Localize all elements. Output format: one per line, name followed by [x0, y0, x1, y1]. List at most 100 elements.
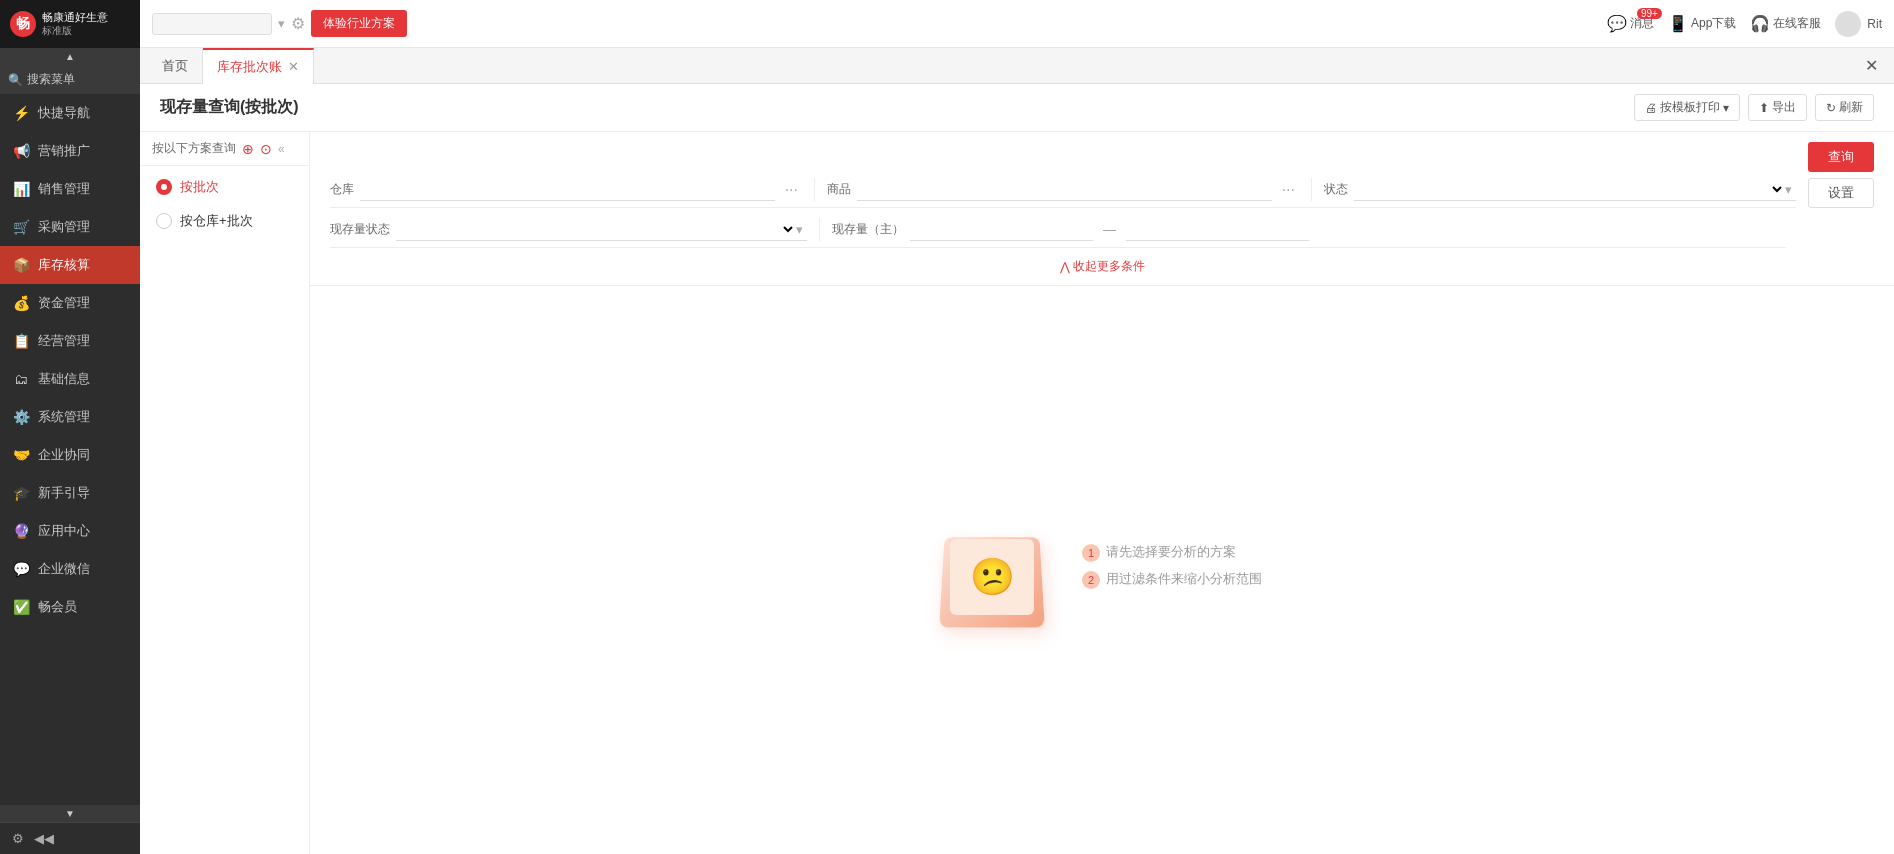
schema-active-icon — [156, 179, 172, 195]
tip-text-2: 用过滤条件来缩小分析范围 — [1106, 570, 1262, 588]
sidebar-item-quick-nav[interactable]: ⚡ 快捷导航 — [0, 94, 140, 132]
tab-panel-close-button[interactable]: ✕ — [1857, 56, 1886, 75]
inventory-status-label: 现存量状态 — [330, 221, 390, 238]
body-area: 按以下方案查询 ⊕ ⊙ « 按批次 按仓库+批次 — [140, 132, 1894, 854]
collapse-button[interactable]: ⋀ 收起更多条件 — [330, 252, 1874, 275]
print-dropdown-icon: ▾ — [1723, 101, 1729, 115]
schema-inactive-icon — [156, 213, 172, 229]
schema-list: 按批次 按仓库+批次 — [140, 166, 309, 854]
experience-button[interactable]: 体验行业方案 — [311, 10, 407, 37]
sidebar-item-operation[interactable]: 📋 经营管理 — [0, 322, 140, 360]
print-icon: 🖨 — [1645, 101, 1657, 115]
settings-footer-icon[interactable]: ⚙ — [12, 831, 24, 846]
username-label: Rit — [1867, 17, 1882, 31]
refresh-label: 刷新 — [1839, 99, 1863, 116]
product-more-icon[interactable]: ··· — [1278, 181, 1299, 199]
left-panel: 按以下方案查询 ⊕ ⊙ « 按批次 按仓库+批次 — [140, 132, 310, 854]
tab-inventory-batch-label: 库存批次账 — [217, 58, 282, 76]
left-panel-header: 按以下方案查询 ⊕ ⊙ « — [140, 132, 309, 166]
print-label: 按模板打印 — [1660, 99, 1720, 116]
sidebar-item-basic[interactable]: 🗂 基础信息 — [0, 360, 140, 398]
avatar — [1835, 11, 1861, 37]
sidebar-item-guide[interactable]: 🎓 新手引导 — [0, 474, 140, 512]
search-menu[interactable]: 🔍 搜索菜单 — [0, 65, 140, 94]
page-header: 现存量查询(按批次) 🖨 按模板打印 ▾ ⬆ 导出 ↻ 刷新 — [140, 84, 1894, 132]
sidebar-item-label: 新手引导 — [38, 484, 90, 502]
appstore-icon: 🔮 — [12, 522, 30, 540]
refresh-button[interactable]: ↻ 刷新 — [1815, 94, 1874, 121]
status-select[interactable] — [1358, 181, 1785, 197]
app-download-button[interactable]: 📱 App下载 — [1668, 14, 1736, 33]
basic-icon: 🗂 — [12, 370, 30, 388]
product-input[interactable] — [857, 178, 1272, 201]
sidebar-item-enterprise[interactable]: 🤝 企业协同 — [0, 436, 140, 474]
sidebar-item-finance[interactable]: 💰 资金管理 — [0, 284, 140, 322]
message-icon: 💬 — [1607, 14, 1627, 33]
schema-item-warehouse-batch[interactable]: 按仓库+批次 — [140, 204, 309, 238]
scroll-up-button[interactable]: ▲ — [0, 48, 140, 65]
tab-close-button[interactable]: ✕ — [288, 60, 299, 73]
user-area[interactable]: Rit — [1835, 11, 1882, 37]
schema-settings-icon[interactable]: ⊙ — [260, 141, 272, 157]
breadcrumb-input[interactable] — [152, 13, 272, 35]
tab-inventory-batch[interactable]: 库存批次账 ✕ — [203, 48, 314, 84]
topbar-right: 💬 消息 99+ 📱 App下载 🎧 在线客服 Rit — [1607, 11, 1882, 37]
add-schema-icon[interactable]: ⊕ — [242, 141, 254, 157]
content-area: 现存量查询(按批次) 🖨 按模板打印 ▾ ⬆ 导出 ↻ 刷新 — [140, 84, 1894, 854]
tabbar: 首页 库存批次账 ✕ ✕ — [140, 48, 1894, 84]
empty-state: 😕 1 请先选择要分析的方案 2 用过滤条件来缩小分析范围 — [310, 286, 1894, 854]
schema-title: 按以下方案查询 — [152, 140, 236, 157]
wechat-icon: 💬 — [12, 560, 30, 578]
box-face-emoji: 😕 — [970, 556, 1015, 598]
member-icon: ✅ — [12, 598, 30, 616]
sidebar: 畅 畅康通好生意 标准版 ▲ 🔍 搜索菜单 ⚡ 快捷导航 📢 营销推广 📊 销售… — [0, 0, 140, 854]
sidebar-nav: ⚡ 快捷导航 📢 营销推广 📊 销售管理 🛒 采购管理 📦 库存核算 💰 资金管… — [0, 94, 140, 805]
enterprise-icon: 🤝 — [12, 446, 30, 464]
online-service-button[interactable]: 🎧 在线客服 — [1750, 14, 1821, 33]
schema-item-batch[interactable]: 按批次 — [140, 170, 309, 204]
sidebar-item-label: 资金管理 — [38, 294, 90, 312]
warehouse-input[interactable] — [360, 178, 775, 201]
button-group: 查询 设置 — [1808, 142, 1874, 208]
tab-home[interactable]: 首页 — [148, 48, 203, 84]
sidebar-item-marketing[interactable]: 📢 营销推广 — [0, 132, 140, 170]
settings-button[interactable]: 设置 — [1808, 178, 1874, 208]
collapse-up-icon: ⋀ — [1060, 260, 1070, 274]
inventory-status-select[interactable] — [400, 221, 796, 237]
qty-min-input[interactable] — [910, 218, 1093, 241]
panel-collapse-icon[interactable]: « — [278, 142, 285, 156]
topbar-left: ▾ ⚙ 体验行业方案 — [152, 10, 1599, 37]
system-icon: ⚙️ — [12, 408, 30, 426]
print-button[interactable]: 🖨 按模板打印 ▾ — [1634, 94, 1740, 121]
inventory-status-dropdown-icon: ▾ — [796, 222, 803, 237]
sidebar-item-sales[interactable]: 📊 销售管理 — [0, 170, 140, 208]
sidebar-item-system[interactable]: ⚙️ 系统管理 — [0, 398, 140, 436]
warehouse-label: 仓库 — [330, 181, 354, 198]
sidebar-item-appstore[interactable]: 🔮 应用中心 — [0, 512, 140, 550]
settings-icon[interactable]: ⚙ — [291, 14, 305, 33]
query-button[interactable]: 查询 — [1808, 142, 1874, 172]
sidebar-item-label: 销售管理 — [38, 180, 90, 198]
qty-max-input[interactable] — [1126, 218, 1309, 241]
export-button[interactable]: ⬆ 导出 — [1748, 94, 1807, 121]
product-label: 商品 — [827, 181, 851, 198]
tip-text-1: 请先选择要分析的方案 — [1106, 543, 1236, 561]
sidebar-item-label: 企业协同 — [38, 446, 90, 464]
schema-item-label: 按仓库+批次 — [180, 212, 253, 230]
message-button[interactable]: 💬 消息 99+ — [1607, 14, 1654, 33]
sidebar-item-inventory[interactable]: 📦 库存核算 — [0, 246, 140, 284]
sidebar-item-member[interactable]: ✅ 畅会员 — [0, 588, 140, 626]
download-icon: 📱 — [1668, 14, 1688, 33]
qty-range-dash: — — [1099, 222, 1120, 237]
app-download-label: App下载 — [1691, 15, 1736, 32]
sidebar-item-purchase[interactable]: 🛒 采购管理 — [0, 208, 140, 246]
sidebar-item-wechat[interactable]: 💬 企业微信 — [0, 550, 140, 588]
sidebar-item-label: 应用中心 — [38, 522, 90, 540]
marketing-icon: 📢 — [12, 142, 30, 160]
collapse-sidebar-icon[interactable]: ◀◀ — [34, 831, 54, 846]
finance-icon: 💰 — [12, 294, 30, 312]
page-title: 现存量查询(按批次) — [160, 97, 299, 118]
warehouse-more-icon[interactable]: ··· — [781, 181, 802, 199]
sidebar-header: 畅 畅康通好生意 标准版 — [0, 0, 140, 48]
scroll-down-button[interactable]: ▼ — [0, 805, 140, 822]
